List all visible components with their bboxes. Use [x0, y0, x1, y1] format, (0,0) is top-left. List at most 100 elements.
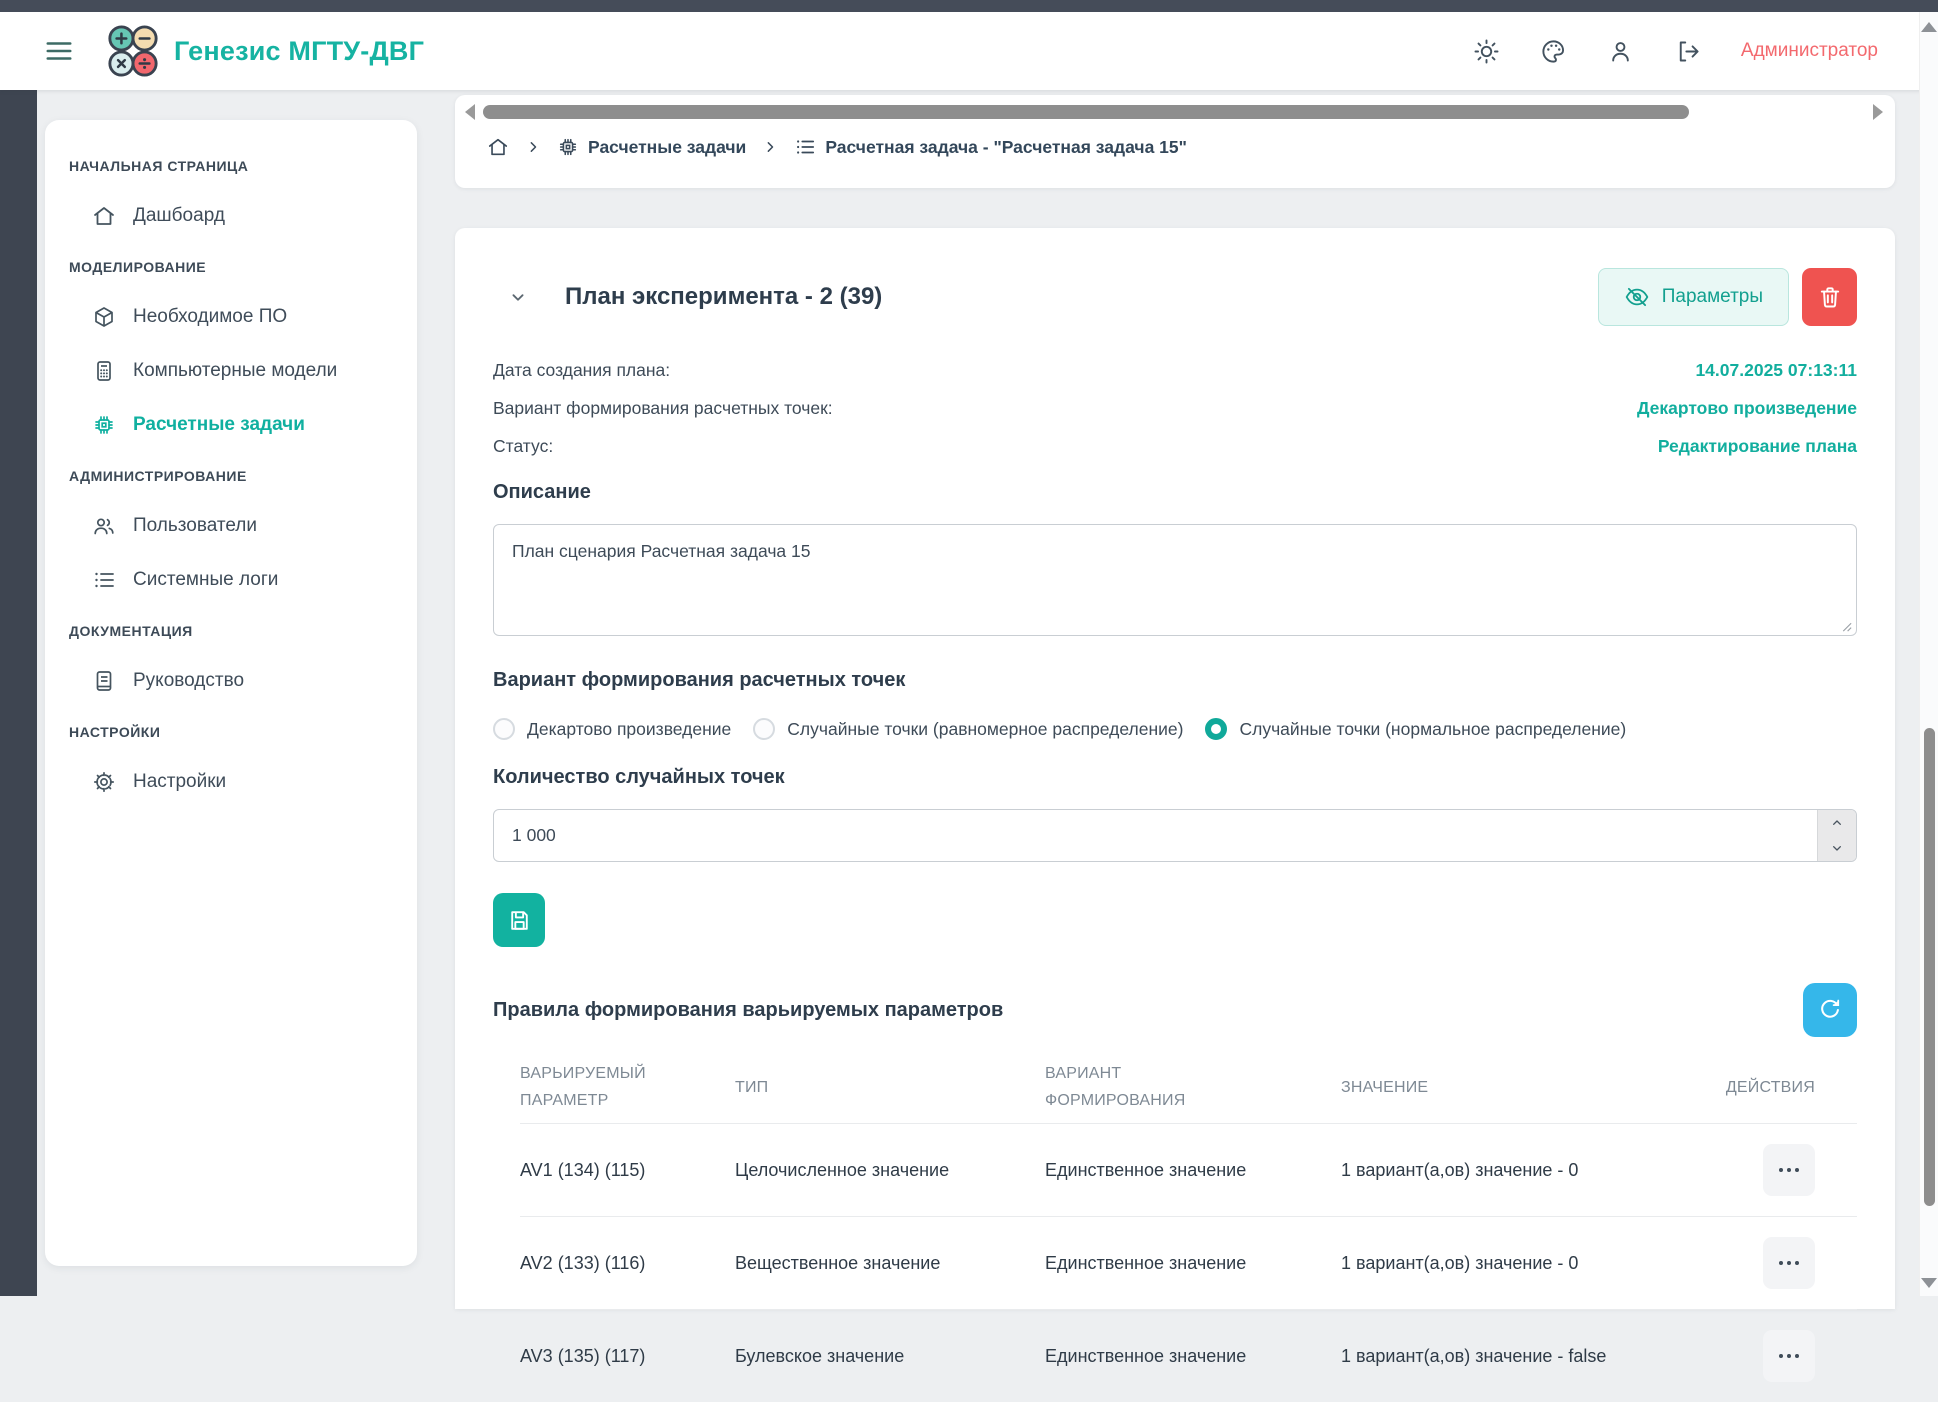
cell-param: AV2 (133) (116)	[520, 1252, 646, 1273]
home-icon	[92, 204, 116, 228]
breadcrumb: Расчетные задачи Расчетная задача - "Рас…	[465, 122, 1883, 158]
sidebar-item-label: Компьютерные модели	[133, 360, 338, 381]
radio-normal-random[interactable]: Случайные точки (нормальное распределени…	[1205, 718, 1626, 740]
cell-value: 1 вариант(а,ов) значение - false	[1341, 1345, 1607, 1366]
app-header: Генезис МГТУ-ДВГ Администратор	[0, 12, 1938, 90]
user-role-label[interactable]: Администратор	[1741, 40, 1878, 62]
variant-heading: Вариант формирования расчетных точек	[493, 669, 906, 691]
points-count-input[interactable]	[494, 810, 1856, 861]
breadcrumb-home[interactable]	[487, 136, 509, 158]
chip-icon	[92, 413, 116, 437]
parameters-button[interactable]: Параметры	[1597, 268, 1789, 326]
row-actions-button[interactable]	[1763, 1237, 1815, 1289]
breadcrumb-card: Расчетные задачи Расчетная задача - "Рас…	[455, 95, 1895, 188]
points-count-heading: Количество случайных точек	[493, 766, 785, 788]
sidebar-item-calculation-tasks[interactable]: Расчетные задачи	[69, 413, 405, 437]
refresh-button[interactable]	[1803, 983, 1857, 1037]
plan-variant-value: Декартово произведение	[1636, 398, 1857, 418]
radio-uniform-random[interactable]: Случайные точки (равномерное распределен…	[753, 718, 1183, 740]
cell-type: Целочисленное значение	[735, 1159, 950, 1180]
delete-plan-button[interactable]	[1802, 268, 1857, 326]
scroll-down-arrow[interactable]	[1921, 1278, 1937, 1288]
sidebar-rail	[0, 90, 37, 1296]
cell-type: Вещественное значение	[735, 1252, 941, 1273]
logout-icon[interactable]	[1674, 38, 1701, 65]
cell-param: AV3 (135) (117)	[520, 1345, 646, 1366]
scroll-up-arrow[interactable]	[1921, 22, 1937, 32]
horizontal-scrollbar-thumb[interactable]	[483, 105, 1689, 119]
save-button[interactable]	[493, 893, 545, 947]
gear-icon	[92, 770, 116, 794]
cell-variant: Единственное значение	[1045, 1159, 1247, 1180]
sidebar-section-administration: АДМИНИСТРИРОВАНИЕ	[69, 468, 247, 484]
app-logo-math-icon	[106, 24, 160, 78]
sidebar-item-label: Расчетные задачи	[133, 414, 305, 435]
radio-selected-icon	[1205, 718, 1228, 740]
eye-off-icon	[1624, 284, 1650, 310]
users-icon	[92, 514, 116, 538]
col-actions: ДЕЙСТВИЯ	[1725, 1078, 1815, 1096]
refresh-icon	[1817, 997, 1843, 1023]
info-row-variant: Вариант формирования расчетных точек: Де…	[493, 389, 1857, 427]
spinner-up-icon[interactable]	[1818, 810, 1856, 836]
breadcrumb-calculation-tasks[interactable]: Расчетные задачи	[557, 136, 746, 158]
plan-header: План эксперимента - 2 (39) Параметры	[493, 268, 1857, 326]
sidebar-section-documentation: ДОКУМЕНТАЦИЯ	[69, 623, 193, 639]
table-row: AV2 (133) (116) Вещественное значение Ед…	[520, 1216, 1857, 1309]
book-icon	[92, 669, 116, 693]
col-value: ЗНАЧЕНИЕ	[1341, 1078, 1429, 1096]
rules-table-header: ВАРЬИРУЕМЫЙ ПАРАМЕТР ТИП ВАРИАНТ ФОРМИРО…	[520, 1051, 1857, 1123]
plan-title: План эксперимента - 2 (39)	[565, 283, 883, 310]
horizontal-scrollbar	[465, 102, 1883, 122]
chevron-right-icon	[760, 137, 780, 157]
user-icon[interactable]	[1607, 38, 1634, 65]
sidebar-item-label: Необходимое ПО	[133, 306, 288, 327]
radio-icon	[493, 718, 515, 740]
sidebar-item-computer-models[interactable]: Компьютерные модели	[69, 359, 405, 383]
collapse-chevron-icon[interactable]	[507, 286, 529, 308]
col-formation-variant: ВАРИАНТ ФОРМИРОВАНИЯ	[1045, 1065, 1186, 1109]
sidebar-item-system-logs[interactable]: Системные логи	[69, 568, 405, 592]
plan-info: Дата создания плана: 14.07.2025 07:13:11…	[493, 351, 1857, 465]
info-row-created: Дата создания плана: 14.07.2025 07:13:11	[493, 351, 1857, 389]
sidebar-item-manual[interactable]: Руководство	[69, 669, 405, 693]
sidebar-item-users[interactable]: Пользователи	[69, 514, 405, 538]
home-icon	[487, 136, 509, 158]
menu-icon[interactable]	[44, 36, 74, 66]
calculator-icon	[92, 359, 116, 383]
scroll-left-arrow[interactable]	[465, 104, 475, 120]
rules-table: ВАРЬИРУЕМЫЙ ПАРАМЕТР ТИП ВАРИАНТ ФОРМИРО…	[520, 1051, 1857, 1402]
vertical-scrollbar	[1919, 12, 1938, 1296]
cell-value: 1 вариант(а,ов) значение - 0	[1341, 1252, 1579, 1273]
description-textarea[interactable]: План сценария Расчетная задача 15	[493, 524, 1857, 636]
sidebar-item-label: Пользователи	[133, 515, 258, 536]
header-actions: Администратор	[1473, 38, 1878, 65]
sidebar-section-home: НАЧАЛЬНАЯ СТРАНИЦА	[69, 158, 249, 174]
cell-value: 1 вариант(а,ов) значение - 0	[1341, 1159, 1579, 1180]
window-top-strip	[0, 0, 1938, 12]
sidebar-item-dashboard[interactable]: Дашбоард	[69, 204, 405, 228]
palette-icon[interactable]	[1540, 38, 1567, 65]
row-actions-button[interactable]	[1763, 1144, 1815, 1196]
sidebar-item-settings[interactable]: Настройки	[69, 770, 405, 794]
vertical-scrollbar-thumb[interactable]	[1924, 728, 1935, 1206]
breadcrumb-current-task[interactable]: Расчетная задача - "Расчетная задача 15"	[794, 136, 1187, 158]
col-varied-parameter: ВАРЬИРУЕМЫЙ ПАРАМЕТР	[520, 1065, 646, 1109]
cell-variant: Единственное значение	[1045, 1345, 1247, 1366]
info-row-status: Статус: Редактирование плана	[493, 427, 1857, 465]
spinner-down-icon[interactable]	[1818, 836, 1856, 862]
sidebar-item-label: Системные логи	[133, 569, 279, 590]
radio-cartesian[interactable]: Декартово произведение	[493, 718, 731, 740]
plan-status-value: Редактирование плана	[1657, 436, 1857, 456]
cell-variant: Единственное значение	[1045, 1252, 1247, 1273]
theme-sun-icon[interactable]	[1473, 38, 1500, 65]
scroll-right-arrow[interactable]	[1873, 104, 1883, 120]
list-icon	[794, 136, 816, 158]
plan-created-value: 14.07.2025 07:13:11	[1695, 360, 1857, 380]
table-row: AV3 (135) (117) Булевское значение Единс…	[520, 1309, 1857, 1402]
sidebar-item-label: Руководство	[133, 670, 245, 691]
row-actions-button[interactable]	[1763, 1330, 1815, 1382]
sidebar-section-modeling: МОДЕЛИРОВАНИЕ	[69, 259, 207, 275]
sidebar-item-software[interactable]: Необходимое ПО	[69, 305, 405, 329]
description-heading: Описание	[493, 481, 591, 503]
